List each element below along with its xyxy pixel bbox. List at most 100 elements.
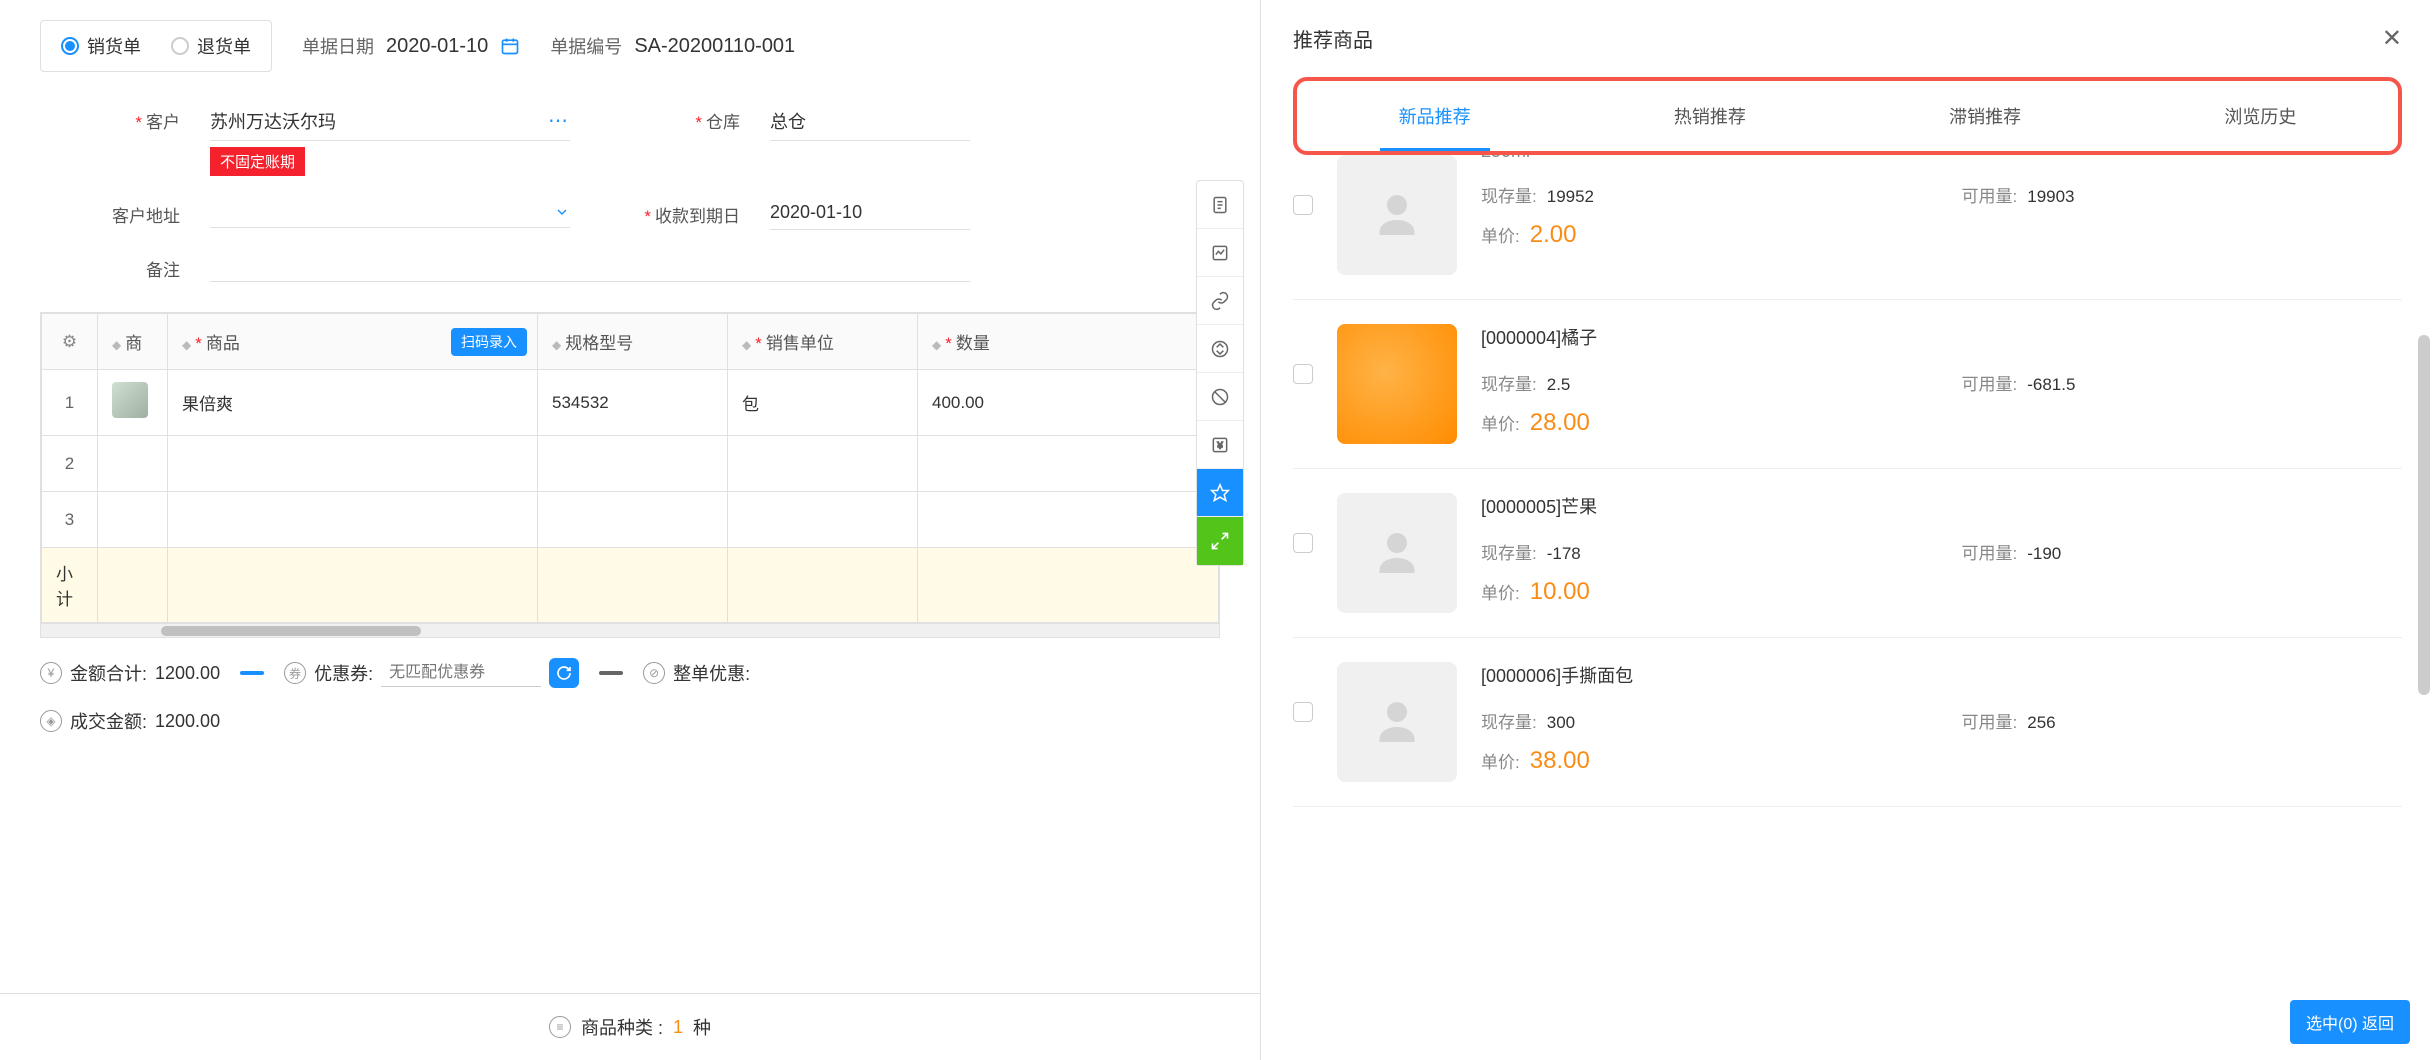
table-row[interactable]: 2: [42, 436, 1219, 492]
tab-hot[interactable]: 热销推荐: [1572, 87, 1847, 145]
row-qty[interactable]: [918, 436, 1219, 492]
amount-total: ¥ 金额合计: 1200.00: [40, 660, 220, 686]
stock-stat: 现存量:2.5: [1481, 370, 1922, 395]
product-thumb: [112, 382, 148, 418]
row-product[interactable]: [168, 436, 538, 492]
avail-stat: 可用量:19903: [1962, 182, 2403, 207]
customer-cell: 苏州万达沃尔玛 ⋯ 不固定账期: [210, 102, 570, 176]
col-settings[interactable]: ⚙: [42, 314, 98, 370]
product-checkbox[interactable]: [1293, 533, 1313, 553]
tool-chart-icon[interactable]: [1197, 229, 1243, 277]
product-row[interactable]: [0000005]芒果 现存量:-178 可用量:-190 单价:10.00: [1293, 469, 2402, 638]
coupon: 券 优惠券:: [284, 658, 579, 688]
row-spec[interactable]: [538, 492, 728, 548]
table-row[interactable]: 3: [42, 492, 1219, 548]
avail-stat: 可用量:-681.5: [1962, 370, 2403, 395]
col-qty[interactable]: ◆*数量: [918, 314, 1219, 370]
sales-order-form: 销货单 退货单 单据日期 2020-01-10 单据编号 SA-20200110…: [0, 0, 1260, 1060]
coupon-input[interactable]: [381, 660, 541, 687]
price-stat: 单价:10.00: [1481, 578, 1922, 606]
col-unit[interactable]: ◆*销售单位: [728, 314, 918, 370]
tab-new[interactable]: 新品推荐: [1297, 87, 1572, 145]
row-unit[interactable]: [728, 436, 918, 492]
calendar-icon[interactable]: [500, 36, 520, 56]
warehouse-field[interactable]: 总仓: [770, 102, 970, 141]
side-toolbar: ¥: [1196, 180, 1244, 566]
avail-stat: 可用量:256: [1962, 708, 2403, 733]
customer-lookup-icon[interactable]: ⋯: [548, 108, 570, 133]
warehouse-label: *仓库: [600, 102, 740, 133]
col-product[interactable]: ◆*商品扫码录入: [168, 314, 538, 370]
kinds-icon: ≡: [549, 1016, 571, 1038]
product-row[interactable]: [0000004]橘子 现存量:2.5 可用量:-681.5 单价:28.00: [1293, 300, 2402, 469]
radio-return-order[interactable]: 退货单: [171, 33, 251, 59]
tool-swap-icon[interactable]: [1197, 325, 1243, 373]
order-type-radio-group: 销货单 退货单: [40, 20, 272, 72]
tool-star-icon[interactable]: [1197, 469, 1243, 517]
dash-icon: [240, 671, 264, 675]
product-list[interactable]: 250ml 现存量:19952 可用量:19903 单价:2.00 [00000…: [1261, 155, 2434, 984]
doc-date-value[interactable]: 2020-01-10: [386, 35, 488, 58]
scan-input-button[interactable]: 扫码录入: [451, 328, 527, 356]
remark-field[interactable]: [210, 250, 970, 282]
product-row[interactable]: [0000006]手撕面包 现存量:300 可用量:256 单价:38.00: [1293, 638, 2402, 807]
tool-expand-icon[interactable]: [1197, 517, 1243, 565]
product-row[interactable]: 250ml 现存量:19952 可用量:19903 单价:2.00: [1293, 155, 2402, 300]
select-return-button[interactable]: 选中(0) 返回: [2290, 1000, 2410, 1044]
subtotal-label: 小计: [42, 548, 98, 623]
customer-field[interactable]: 苏州万达沃尔玛 ⋯: [210, 102, 570, 141]
product-checkbox[interactable]: [1293, 364, 1313, 384]
table-h-scrollbar[interactable]: [41, 623, 1219, 637]
product-checkbox[interactable]: [1293, 702, 1313, 722]
address-field[interactable]: [210, 196, 570, 228]
close-icon[interactable]: ✕: [2382, 24, 2402, 53]
row-qty[interactable]: 400.00: [918, 370, 1219, 436]
product-info: [0000004]橘子 现存量:2.5 可用量:-681.5 单价:28.00: [1481, 324, 2402, 437]
doc-number: 单据编号 SA-20200110-001: [550, 33, 795, 59]
product-title: [0000006]手撕面包: [1481, 662, 2402, 688]
customer-label: *客户: [40, 102, 180, 133]
panel-tabs: 新品推荐 热销推荐 滞销推荐 浏览历史: [1297, 87, 2398, 145]
row-num: 1: [42, 370, 98, 436]
kinds-label: 商品种类 :: [581, 1014, 663, 1040]
row-unit[interactable]: [728, 492, 918, 548]
tab-slow[interactable]: 滞销推荐: [1848, 87, 2123, 145]
row-qty[interactable]: [918, 492, 1219, 548]
product-checkbox[interactable]: [1293, 195, 1313, 215]
panel-v-scrollbar[interactable]: [2418, 335, 2430, 695]
line-items-table: ⚙ ◆商 ◆*商品扫码录入 ◆规格型号 ◆*销售单位 ◆*数量 1 果倍爽 53…: [40, 312, 1220, 638]
row-spec[interactable]: 534532: [538, 370, 728, 436]
table-row[interactable]: 1 果倍爽 534532 包 400.00: [42, 370, 1219, 436]
tool-block-icon[interactable]: [1197, 373, 1243, 421]
final-label: 成交金额:: [70, 708, 147, 734]
row-product[interactable]: [168, 492, 538, 548]
col-thumb[interactable]: ◆商: [98, 314, 168, 370]
chevron-down-icon[interactable]: [554, 204, 570, 220]
tab-history[interactable]: 浏览历史: [2123, 87, 2398, 145]
product-image: [1337, 662, 1457, 782]
row-thumb: [98, 370, 168, 436]
radio-sales-order[interactable]: 销货单: [61, 33, 141, 59]
radio-unchecked-icon: [171, 37, 189, 55]
remark-label: 备注: [40, 250, 180, 281]
product-title: [0000005]芒果: [1481, 493, 2402, 519]
row-spec[interactable]: [538, 436, 728, 492]
row-unit[interactable]: 包: [728, 370, 918, 436]
col-spec[interactable]: ◆规格型号: [538, 314, 728, 370]
row-thumb: [98, 436, 168, 492]
row-product[interactable]: 果倍爽: [168, 370, 538, 436]
address-label: 客户地址: [40, 196, 180, 227]
tool-currency-icon[interactable]: ¥: [1197, 421, 1243, 469]
price-stat: 单价:28.00: [1481, 409, 1922, 437]
row-num: 2: [42, 436, 98, 492]
product-image: [1337, 324, 1457, 444]
due-date-field[interactable]: 2020-01-10: [770, 196, 970, 230]
gear-icon: ⚙: [62, 332, 77, 351]
due-date-label: *收款到期日: [600, 196, 740, 227]
coupon-label: 优惠券:: [314, 660, 373, 686]
refresh-button[interactable]: [549, 658, 579, 688]
tool-doc-icon[interactable]: [1197, 181, 1243, 229]
yen-icon: ¥: [40, 662, 62, 684]
product-title: 250ml: [1481, 155, 2402, 162]
tool-link-icon[interactable]: [1197, 277, 1243, 325]
